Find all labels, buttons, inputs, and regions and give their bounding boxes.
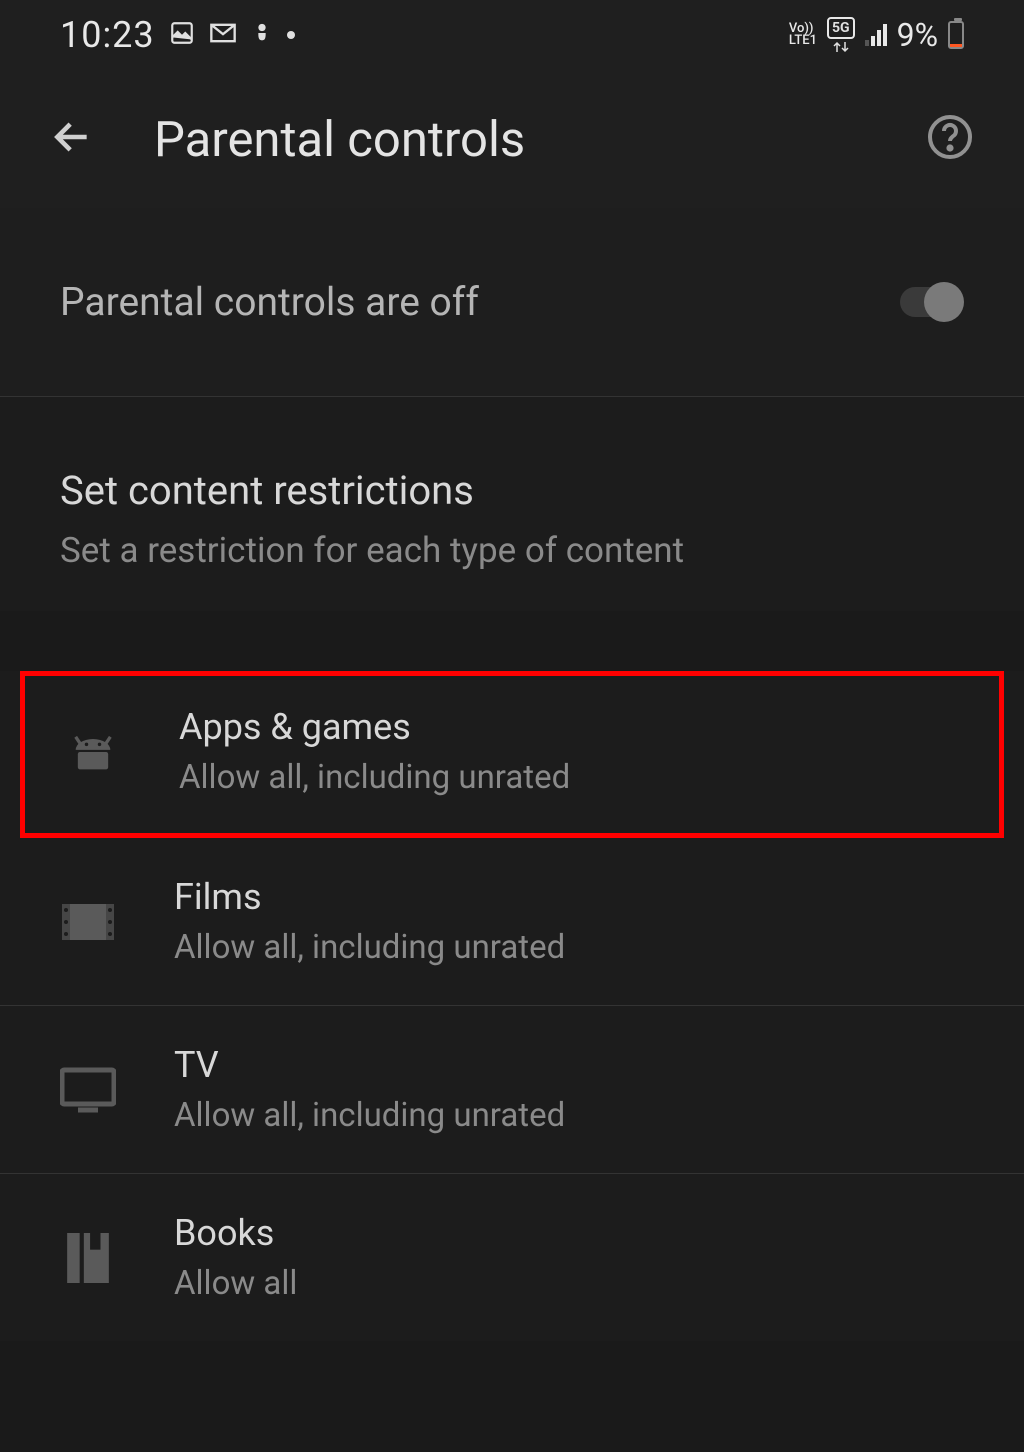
- network-5g-indicator: 5G: [827, 17, 855, 53]
- battery-percent: 9%: [897, 16, 938, 54]
- status-bar: 10:23 Vo)) LTE1 5G 9%: [0, 0, 1024, 70]
- restriction-list: Apps & games Allow all, including unrate…: [0, 671, 1024, 1341]
- overflow-dot-icon: [287, 31, 295, 39]
- status-right: Vo)) LTE1 5G 9%: [789, 16, 964, 54]
- android-icon: [65, 724, 121, 780]
- film-icon: [60, 894, 116, 950]
- restrictions-title: Set content restrictions: [60, 467, 964, 514]
- back-arrow-icon[interactable]: [50, 115, 94, 163]
- gmail-icon: [209, 22, 237, 48]
- status-left: 10:23: [60, 14, 295, 56]
- battery-icon: [948, 21, 964, 49]
- parental-controls-toggle[interactable]: [892, 278, 964, 326]
- item-title: TV: [174, 1044, 565, 1086]
- picture-icon: [169, 20, 195, 50]
- item-subtitle: Allow all: [174, 1264, 297, 1303]
- notification-icon: [251, 20, 273, 50]
- help-icon[interactable]: [926, 113, 974, 165]
- item-subtitle: Allow all, including unrated: [174, 928, 565, 967]
- status-time: 10:23: [60, 14, 155, 56]
- item-title: Apps & games: [179, 706, 570, 748]
- signal-icon: [865, 24, 887, 46]
- updown-arrows-icon: [832, 41, 850, 53]
- restrictions-header: Set content restrictions Set a restricti…: [0, 397, 1024, 611]
- restrictions-subtitle: Set a restriction for each type of conte…: [60, 530, 964, 571]
- list-item-apps-games[interactable]: Apps & games Allow all, including unrate…: [20, 671, 1004, 838]
- parental-controls-toggle-row: Parental controls are off: [0, 208, 1024, 397]
- item-subtitle: Allow all, including unrated: [174, 1096, 565, 1135]
- item-title: Films: [174, 876, 565, 918]
- tv-icon: [60, 1062, 116, 1118]
- list-item-tv[interactable]: TV Allow all, including unrated: [0, 1006, 1024, 1174]
- app-header: Parental controls: [0, 70, 1024, 208]
- page-title: Parental controls: [154, 111, 866, 168]
- book-icon: [60, 1230, 116, 1286]
- item-title: Books: [174, 1212, 297, 1254]
- item-subtitle: Allow all, including unrated: [179, 758, 570, 797]
- toggle-label: Parental controls are off: [60, 279, 479, 325]
- lte-indicator: Vo)) LTE1: [789, 23, 817, 47]
- list-item-films[interactable]: Films Allow all, including unrated: [0, 838, 1024, 1006]
- list-item-books[interactable]: Books Allow all: [0, 1174, 1024, 1341]
